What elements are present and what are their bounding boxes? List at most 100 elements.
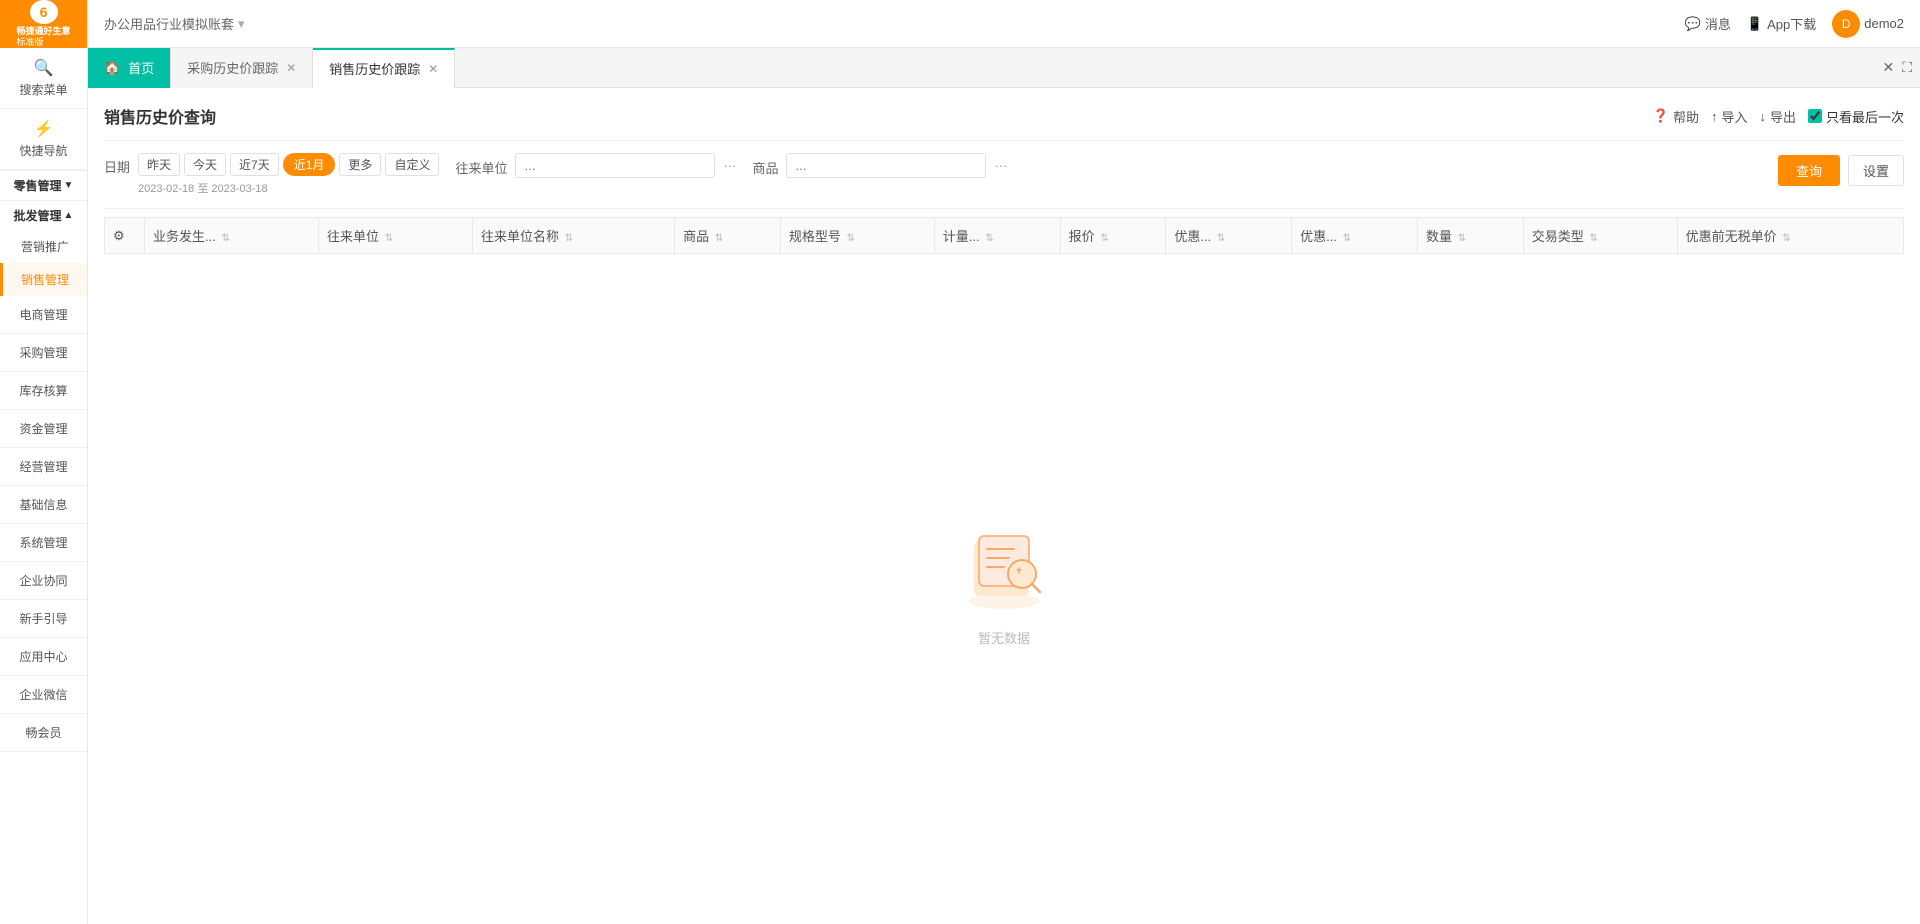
- sidebar-item-label: 零售管理: [14, 177, 62, 194]
- tab-close-sales[interactable]: ✕: [428, 63, 438, 75]
- sort-icon: ⇅: [385, 233, 393, 244]
- col-trade-type[interactable]: 交易类型 ⇅: [1523, 218, 1677, 254]
- only-last-checkbox[interactable]: [1808, 109, 1822, 123]
- user-name: demo2: [1864, 16, 1904, 31]
- col-quantity[interactable]: 数量 ⇅: [1417, 218, 1523, 254]
- col-label: 业务发生...: [153, 229, 216, 244]
- account-selector[interactable]: 办公用品行业模拟账套 ▾: [104, 14, 245, 33]
- col-source-unit-name[interactable]: 往来单位名称 ⇅: [472, 218, 674, 254]
- sidebar-item-finance[interactable]: 资金管理: [0, 410, 87, 448]
- import-button[interactable]: ↑ 导入: [1711, 107, 1748, 126]
- sidebar-item-label: 系统管理: [19, 534, 67, 551]
- date-btn-custom[interactable]: 自定义: [385, 153, 439, 176]
- logo-icon: 6: [30, 0, 58, 24]
- sidebar-item-quick-nav[interactable]: ⚡ 快捷导航: [0, 109, 87, 170]
- account-name: 办公用品行业模拟账套: [104, 14, 234, 33]
- date-filter-label: 日期: [104, 153, 130, 176]
- col-label: 优惠...: [1174, 229, 1211, 244]
- app-download-button[interactable]: 📱 App下载: [1747, 14, 1816, 33]
- help-button[interactable]: ❓ 帮助: [1653, 107, 1699, 126]
- export-button[interactable]: ↓ 导出: [1759, 107, 1796, 126]
- product-input[interactable]: [786, 153, 986, 178]
- date-btn-last1month[interactable]: 近1月: [283, 153, 336, 176]
- tab-purchase[interactable]: 采购历史价跟踪 ✕: [171, 48, 313, 88]
- product-picker-button[interactable]: ···: [994, 158, 1007, 173]
- sidebar-item-purchase[interactable]: 采购管理: [0, 334, 87, 372]
- date-btn-yesterday[interactable]: 昨天: [138, 153, 180, 176]
- data-table: ⚙ 业务发生... ⇅ 往来单位 ⇅ 往来单位名称 ⇅: [104, 217, 1904, 254]
- col-business-date[interactable]: 业务发生... ⇅: [145, 218, 319, 254]
- maximize-button[interactable]: ⛶: [1902, 59, 1912, 76]
- help-icon: ❓: [1653, 108, 1669, 124]
- sidebar-item-label: 批发管理: [14, 207, 62, 224]
- col-label: 报价: [1069, 229, 1095, 244]
- tab-label: 首页: [128, 58, 154, 77]
- tabbar: 🏠 首页 采购历史价跟踪 ✕ 销售历史价跟踪 ✕ ✕ ⛶: [88, 48, 1920, 88]
- sidebar-item-label: 采购管理: [19, 344, 67, 361]
- tab-label: 销售历史价跟踪: [329, 59, 420, 78]
- tab-close-purchase[interactable]: ✕: [286, 62, 296, 74]
- sidebar-item-system[interactable]: 系统管理: [0, 524, 87, 562]
- sidebar-item-label: 新手引导: [19, 610, 67, 627]
- page-header: 销售历史价查询 ❓ 帮助 ↑ 导入 ↓ 导出 只看最后一次: [104, 104, 1904, 128]
- col-discount2[interactable]: 优惠... ⇅: [1292, 218, 1418, 254]
- col-product[interactable]: 商品 ⇅: [675, 218, 781, 254]
- user-menu[interactable]: D demo2: [1832, 10, 1904, 38]
- product-label: 商品: [752, 154, 778, 177]
- date-btn-today[interactable]: 今天: [184, 153, 226, 176]
- sort-icon: ⇅: [1100, 233, 1108, 244]
- date-options: 昨天 今天 近7天 近1月 更多 自定义 2023-02-18 至 2023-0…: [138, 153, 439, 196]
- sidebar-item-wechat[interactable]: 企业微信: [0, 676, 87, 714]
- only-last-label[interactable]: 只看最后一次: [1826, 107, 1904, 126]
- tab-sales[interactable]: 销售历史价跟踪 ✕: [313, 48, 455, 88]
- sidebar-item-retail[interactable]: 零售管理 ▼: [0, 170, 87, 200]
- table-header: ⚙ 业务发生... ⇅ 往来单位 ⇅ 往来单位名称 ⇅: [105, 218, 1904, 254]
- sort-icon: ⇅: [565, 233, 573, 244]
- col-discount1[interactable]: 优惠... ⇅: [1166, 218, 1292, 254]
- app-download-label: App下载: [1767, 14, 1816, 33]
- sidebar-item-label: 企业协同: [19, 572, 67, 589]
- col-pre-tax-price[interactable]: 优惠前无税单价 ⇅: [1677, 218, 1903, 254]
- sidebar-item-sales-mgmt[interactable]: 销售管理: [0, 263, 87, 296]
- sidebar-item-basic-info[interactable]: 基础信息: [0, 486, 87, 524]
- message-label: 消息: [1705, 14, 1731, 33]
- col-settings[interactable]: ⚙: [105, 218, 145, 254]
- app-logo: 6 畅捷通好生意标准版: [0, 0, 87, 48]
- table-container: ⚙ 业务发生... ⇅ 往来单位 ⇅ 往来单位名称 ⇅: [104, 217, 1904, 908]
- sidebar-item-search[interactable]: 🔍 搜索菜单: [0, 48, 87, 109]
- sidebar-item-marketing[interactable]: 营销推广: [0, 230, 87, 263]
- sidebar-item-label: 企业微信: [19, 686, 67, 703]
- query-button[interactable]: 查询: [1778, 155, 1840, 186]
- sidebar-item-label: 营销推广: [21, 240, 69, 254]
- close-all-tabs-button[interactable]: ✕: [1882, 59, 1894, 76]
- sidebar-item-apps[interactable]: 应用中心: [0, 638, 87, 676]
- tab-home[interactable]: 🏠 首页: [88, 48, 171, 88]
- chevron-down-icon: ▼: [64, 180, 74, 191]
- sidebar-item-enterprise[interactable]: 企业协同: [0, 562, 87, 600]
- sidebar-item-wholesale[interactable]: 批发管理 ▲: [0, 200, 87, 230]
- sidebar-item-operations[interactable]: 经营管理: [0, 448, 87, 486]
- source-unit-picker-button[interactable]: ···: [723, 158, 736, 173]
- product-filter-group: 商品 ···: [752, 153, 1007, 178]
- col-label: 往来单位: [327, 229, 379, 244]
- date-btn-last7days[interactable]: 近7天: [230, 153, 279, 176]
- settings-button[interactable]: 设置: [1848, 155, 1904, 186]
- page-content: 销售历史价查询 ❓ 帮助 ↑ 导入 ↓ 导出 只看最后一次: [88, 88, 1920, 924]
- sidebar-item-ecommerce[interactable]: 电商管理: [0, 296, 87, 334]
- col-unit[interactable]: 计量... ⇅: [934, 218, 1060, 254]
- sidebar-item-newbie[interactable]: 新手引导: [0, 600, 87, 638]
- empty-illustration: [954, 516, 1054, 616]
- sidebar-item-membership[interactable]: 畅会员: [0, 714, 87, 752]
- col-spec[interactable]: 规格型号 ⇅: [780, 218, 934, 254]
- col-quoted-price[interactable]: 报价 ⇅: [1060, 218, 1166, 254]
- sidebar-item-label: 库存核算: [19, 382, 67, 399]
- source-unit-input[interactable]: [515, 153, 715, 178]
- sidebar-item-inventory[interactable]: 库存核算: [0, 372, 87, 410]
- col-source-unit[interactable]: 往来单位 ⇅: [319, 218, 473, 254]
- home-icon: 🏠: [104, 60, 120, 76]
- empty-text: 暂无数据: [978, 628, 1030, 647]
- date-btn-more[interactable]: 更多: [339, 153, 381, 176]
- message-button[interactable]: 💬 消息: [1685, 14, 1731, 33]
- sort-icon: ⇅: [1589, 233, 1597, 244]
- col-label: 商品: [683, 229, 709, 244]
